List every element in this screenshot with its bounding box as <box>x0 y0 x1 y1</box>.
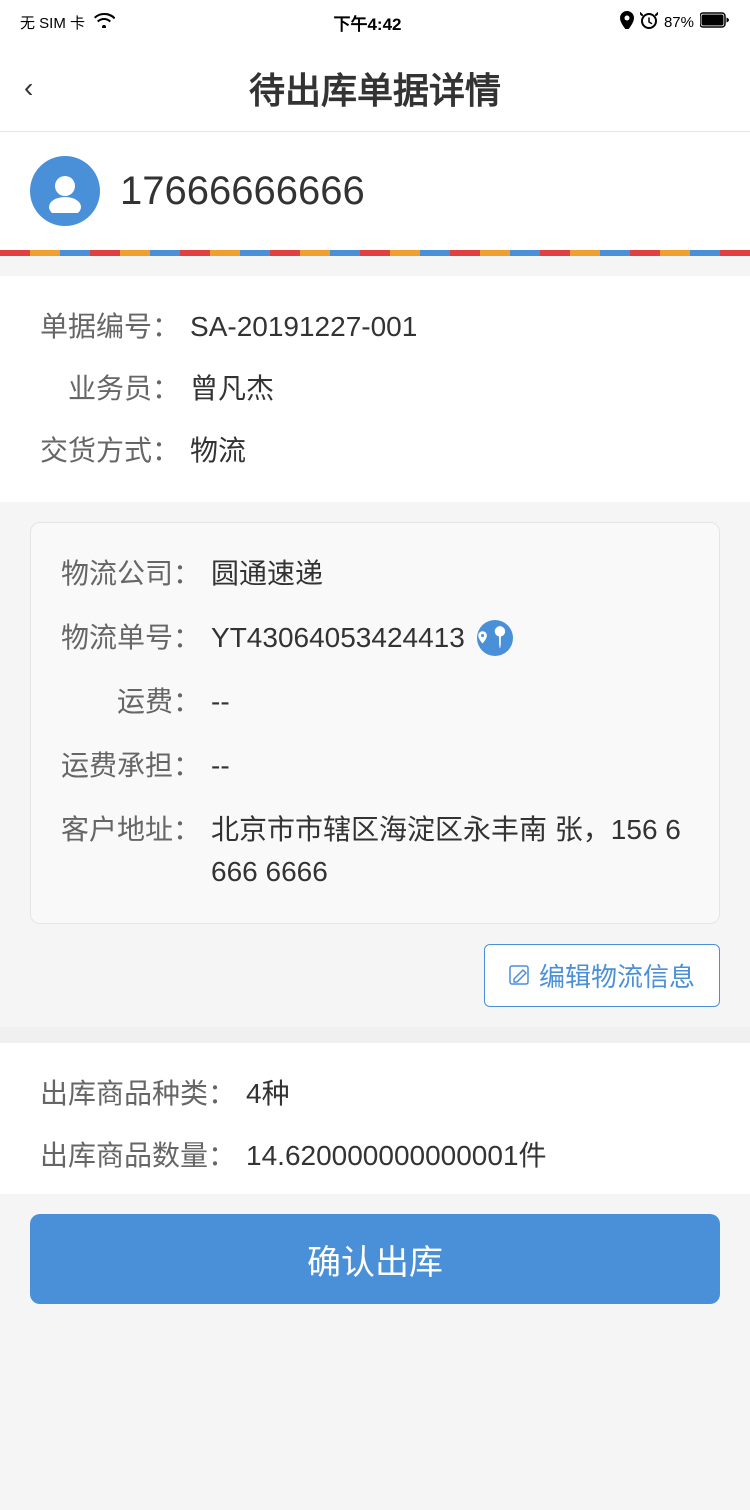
freight-bearer-value: -- <box>211 745 689 787</box>
salesman-label: 业务员： <box>40 368 190 410</box>
freight-bearer-label: 运费承担： <box>61 745 211 787</box>
confirm-outbound-button[interactable]: 确认出库 <box>30 1214 720 1304</box>
logistics-company-row: 物流公司： 圆通速递 <box>61 553 689 595</box>
address-row: 客户地址： 北京市市辖区海淀区永丰南 张，156 6666 6666 <box>61 809 689 893</box>
edit-icon <box>509 965 531 987</box>
back-button[interactable]: ‹ <box>24 74 33 102</box>
goods-quantity-row: 出库商品数量： 14.620000000000001件 <box>40 1135 710 1177</box>
logistics-company-value: 圆通速递 <box>211 553 689 595</box>
confirm-btn-area: 确认出库 <box>0 1194 750 1334</box>
document-number-label: 单据编号： <box>40 306 190 348</box>
alarm-icon <box>640 11 658 33</box>
nav-bar: ‹ 待出库单据详情 <box>0 44 750 132</box>
address-label: 客户地址： <box>61 809 211 851</box>
status-left: 无 SIM 卡 <box>20 12 115 33</box>
document-number-row: 单据编号： SA-20191227-001 <box>40 306 710 348</box>
customer-header: 17666666666 <box>0 132 750 250</box>
page-title: 待出库单据详情 <box>249 62 501 114</box>
section-separator <box>0 1027 750 1043</box>
salesman-value: 曾凡杰 <box>190 368 710 410</box>
edit-logistics-button[interactable]: 编辑物流信息 <box>484 944 720 1007</box>
confirm-btn-label: 确认出库 <box>307 1235 443 1284</box>
freight-row: 运费： -- <box>61 681 689 723</box>
status-bar: 无 SIM 卡 下午4:42 87% <box>0 0 750 44</box>
freight-label: 运费： <box>61 681 211 723</box>
status-right: 87% <box>620 11 730 33</box>
battery-text: 87% <box>664 14 694 31</box>
colored-divider <box>0 250 750 256</box>
goods-types-row: 出库商品种类： 4种 <box>40 1073 710 1115</box>
logistics-card: 物流公司： 圆通速递 物流单号： YT43064053424413 运费： --… <box>30 522 720 924</box>
delivery-method-label: 交货方式： <box>40 430 190 472</box>
delivery-method-value: 物流 <box>190 430 710 472</box>
tracking-number: YT43064053424413 <box>211 617 465 659</box>
basic-info-section: 单据编号： SA-20191227-001 业务员： 曾凡杰 交货方式： 物流 <box>0 276 750 502</box>
logistics-company-label: 物流公司： <box>61 553 211 595</box>
goods-section: 出库商品种类： 4种 出库商品数量： 14.620000000000001件 <box>0 1043 750 1207</box>
freight-bearer-row: 运费承担： -- <box>61 745 689 787</box>
goods-types-value: 4种 <box>246 1073 290 1115</box>
goods-types-label: 出库商品种类： <box>40 1073 246 1115</box>
edit-btn-row: 编辑物流信息 <box>0 944 750 1027</box>
wifi-icon <box>93 12 115 32</box>
salesman-row: 业务员： 曾凡杰 <box>40 368 710 410</box>
tracking-value-container: YT43064053424413 <box>211 617 689 659</box>
edit-logistics-label: 编辑物流信息 <box>539 957 695 994</box>
battery-icon <box>700 12 730 32</box>
tracking-row: 物流单号： YT43064053424413 <box>61 617 689 659</box>
address-value: 北京市市辖区海淀区永丰南 张，156 6666 6666 <box>211 809 689 893</box>
avatar <box>30 156 100 226</box>
status-time: 下午4:42 <box>333 10 401 35</box>
customer-phone: 17666666666 <box>120 169 365 214</box>
goods-quantity-label: 出库商品数量： <box>40 1135 246 1177</box>
document-number-value: SA-20191227-001 <box>190 306 710 348</box>
tracking-label: 物流单号： <box>61 617 211 659</box>
carrier-label: 无 SIM 卡 <box>20 12 85 33</box>
delivery-method-row: 交货方式： 物流 <box>40 430 710 472</box>
bottom-area <box>0 1310 750 1510</box>
goods-quantity-value: 14.620000000000001件 <box>246 1135 547 1177</box>
location-icon <box>620 11 634 33</box>
tracking-location-icon[interactable] <box>477 620 513 656</box>
freight-value: -- <box>211 681 689 723</box>
